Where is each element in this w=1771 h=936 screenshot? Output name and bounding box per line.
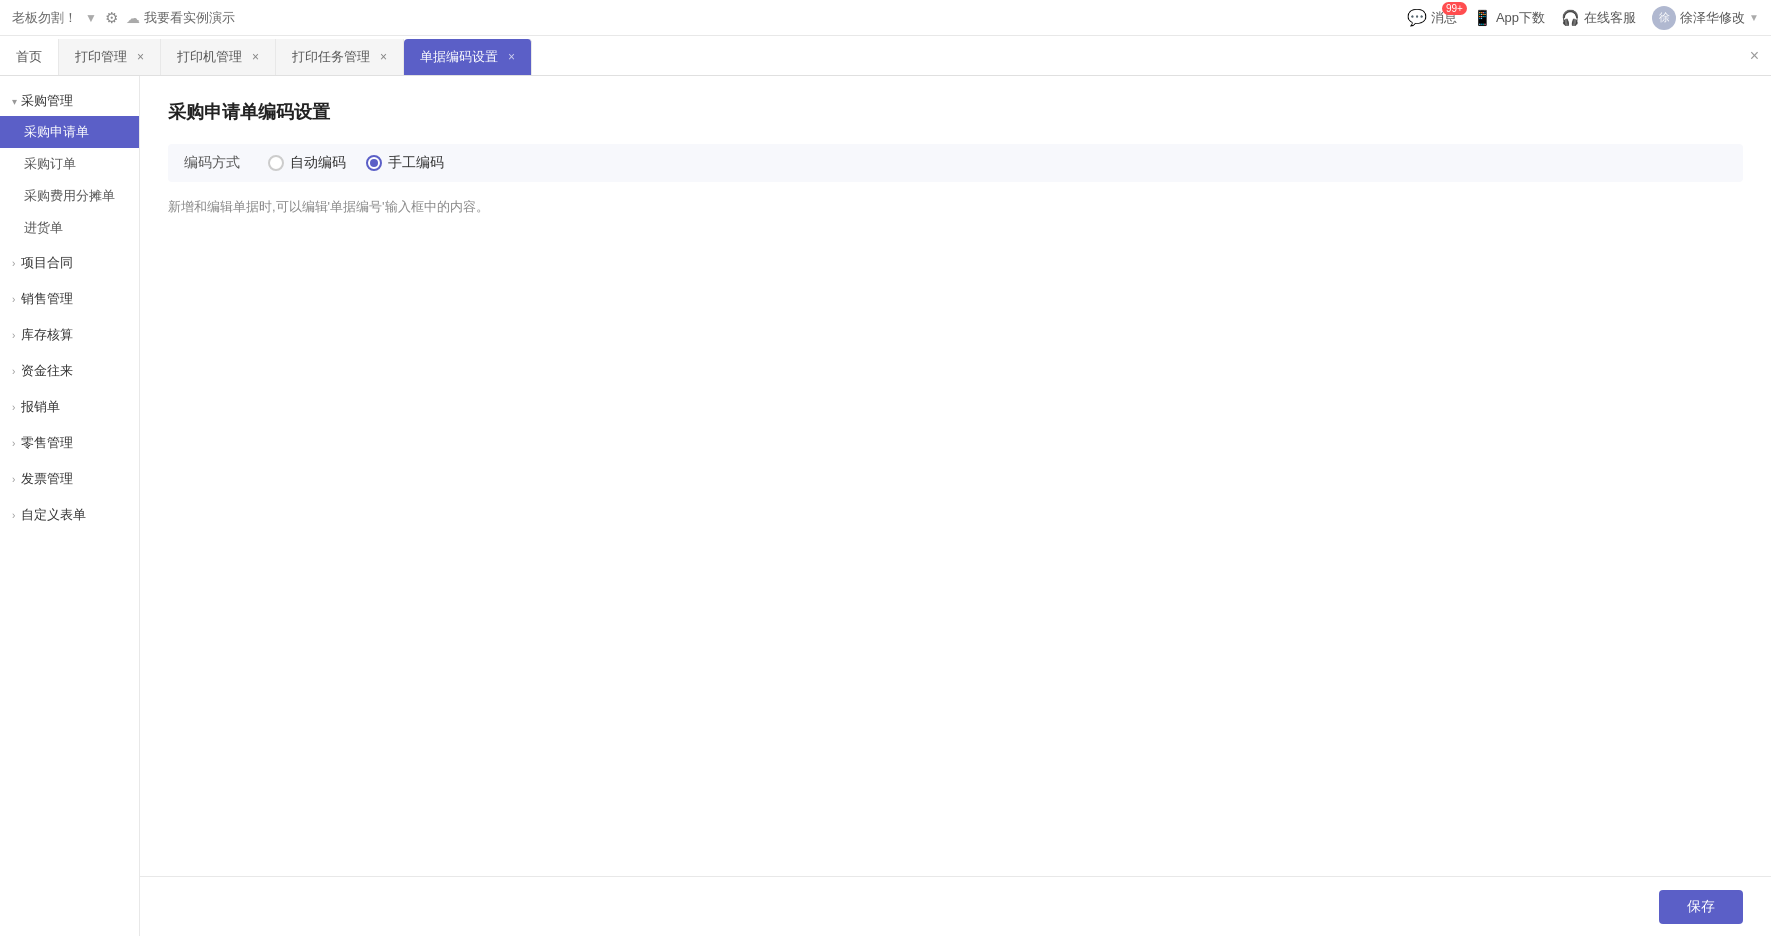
tab-print-task-mgmt[interactable]: 打印任务管理 × — [276, 39, 404, 75]
sidebar-group-finance: › 资金往来 — [0, 354, 139, 388]
sidebar-group-purchase: ▾ 采购管理 采购申请单 采购订单 采购费用分摊单 进货单 — [0, 84, 139, 244]
sidebar-item-purchase-order-label: 采购订单 — [24, 156, 76, 171]
sidebar-group-invoice-header[interactable]: › 发票管理 — [0, 462, 139, 496]
chevron-right-icon-expense: › — [12, 402, 15, 413]
sidebar-group-project-label: 项目合同 — [21, 254, 73, 272]
dropdown-icon[interactable]: ▼ — [85, 11, 97, 25]
user-chevron-icon: ▼ — [1749, 12, 1759, 23]
sidebar-item-purchase-request[interactable]: 采购申请单 — [0, 116, 139, 148]
sidebar-group-custom-form: › 自定义表单 — [0, 498, 139, 532]
sidebar-group-expense: › 报销单 — [0, 390, 139, 424]
sidebar-group-retail-header[interactable]: › 零售管理 — [0, 426, 139, 460]
radio-manual-label: 手工编码 — [388, 154, 444, 172]
gear-icon[interactable]: ⚙ — [105, 9, 118, 27]
tab-print-mgmt-close[interactable]: × — [137, 50, 144, 64]
encoding-row: 编码方式 自动编码 手工编码 — [168, 144, 1743, 182]
headset-icon: 🎧 — [1561, 9, 1580, 27]
radio-group-encoding: 自动编码 手工编码 — [268, 154, 444, 172]
sidebar-group-retail: › 零售管理 — [0, 426, 139, 460]
online-service-btn[interactable]: 🎧 在线客服 — [1561, 9, 1636, 27]
chevron-right-icon-custom: › — [12, 510, 15, 521]
page-title: 采购申请单编码设置 — [168, 100, 1743, 124]
sidebar-group-sales: › 销售管理 — [0, 282, 139, 316]
tab-print-mgmt[interactable]: 打印管理 × — [59, 39, 161, 75]
chevron-right-icon-finance: › — [12, 366, 15, 377]
avatar: 徐 — [1652, 6, 1676, 30]
encoding-label: 编码方式 — [184, 154, 244, 172]
tab-print-task-mgmt-close[interactable]: × — [380, 50, 387, 64]
tab-barcode-setting[interactable]: 单据编码设置 × — [404, 39, 532, 75]
app-download-btn[interactable]: 📱 App下数 — [1473, 9, 1545, 27]
radio-auto-circle — [268, 155, 284, 171]
tab-bar: 首页 打印管理 × 打印机管理 × 打印任务管理 × 单据编码设置 × × — [0, 36, 1771, 76]
sidebar-group-inventory-label: 库存核算 — [21, 326, 73, 344]
sidebar-group-purchase-header[interactable]: ▾ 采购管理 — [0, 84, 139, 116]
chevron-right-icon-invoice: › — [12, 474, 15, 485]
sidebar-group-finance-header[interactable]: › 资金往来 — [0, 354, 139, 388]
content-area: 采购申请单编码设置 编码方式 自动编码 手工编码 新增和编辑单据时,可以编辑'单… — [140, 76, 1771, 936]
sidebar-item-purchase-expense[interactable]: 采购费用分摊单 — [0, 180, 139, 212]
user-info[interactable]: 徐 徐泽华修改 ▼ — [1652, 6, 1759, 30]
hint-text: 新增和编辑单据时,可以编辑'单据编号'输入框中的内容。 — [168, 198, 1743, 216]
sidebar-item-purchase-order[interactable]: 采购订单 — [0, 148, 139, 180]
cloud-icon: ☁ — [126, 10, 140, 26]
tab-barcode-setting-label: 单据编码设置 — [420, 48, 498, 66]
sidebar-group-finance-label: 资金往来 — [21, 362, 73, 380]
sidebar-group-expense-label: 报销单 — [21, 398, 60, 416]
tab-printer-mgmt-label: 打印机管理 — [177, 48, 242, 66]
demo-link[interactable]: ☁ 我要看实例演示 — [126, 9, 235, 27]
tab-printer-mgmt-close[interactable]: × — [252, 50, 259, 64]
sidebar-item-purchase-receipt[interactable]: 进货单 — [0, 212, 139, 244]
sidebar: ▾ 采购管理 采购申请单 采购订单 采购费用分摊单 进货单 › 项目合同 — [0, 76, 140, 936]
top-bar-left: 老板勿割！ ▼ ⚙ ☁ 我要看实例演示 — [12, 9, 235, 27]
message-icon: 💬 — [1407, 8, 1427, 27]
chevron-down-icon: ▾ — [12, 96, 17, 107]
tab-home-label: 首页 — [16, 48, 42, 66]
sidebar-group-custom-form-header[interactable]: › 自定义表单 — [0, 498, 139, 532]
sidebar-group-inventory-header[interactable]: › 库存核算 — [0, 318, 139, 352]
sidebar-group-invoice-label: 发票管理 — [21, 470, 73, 488]
top-bar-right: 💬 消息 99+ 📱 App下数 🎧 在线客服 徐 徐泽华修改 ▼ — [1407, 6, 1759, 30]
sidebar-group-expense-header[interactable]: › 报销单 — [0, 390, 139, 424]
footer-bar: 保存 — [140, 876, 1771, 936]
top-bar: 老板勿割！ ▼ ⚙ ☁ 我要看实例演示 💬 消息 99+ 📱 App下数 🎧 在… — [0, 0, 1771, 36]
message-badge: 99+ — [1442, 2, 1467, 15]
sidebar-group-invoice: › 发票管理 — [0, 462, 139, 496]
message-btn[interactable]: 💬 消息 99+ — [1407, 8, 1457, 27]
tab-barcode-setting-close[interactable]: × — [508, 50, 515, 64]
chevron-right-icon-sales: › — [12, 294, 15, 305]
tab-print-mgmt-label: 打印管理 — [75, 48, 127, 66]
chevron-right-icon-project: › — [12, 258, 15, 269]
sidebar-group-sales-header[interactable]: › 销售管理 — [0, 282, 139, 316]
sidebar-item-purchase-request-label: 采购申请单 — [24, 124, 89, 139]
save-button[interactable]: 保存 — [1659, 890, 1743, 924]
tab-bar-close-btn[interactable]: × — [1738, 47, 1771, 65]
tab-home[interactable]: 首页 — [0, 39, 59, 75]
sidebar-group-retail-label: 零售管理 — [21, 434, 73, 452]
tab-printer-mgmt[interactable]: 打印机管理 × — [161, 39, 276, 75]
main-layout: ▾ 采购管理 采购申请单 采购订单 采购费用分摊单 进货单 › 项目合同 — [0, 76, 1771, 936]
sidebar-group-sales-label: 销售管理 — [21, 290, 73, 308]
radio-auto-label: 自动编码 — [290, 154, 346, 172]
chevron-right-icon-inventory: › — [12, 330, 15, 341]
radio-manual-circle — [366, 155, 382, 171]
radio-auto-code[interactable]: 自动编码 — [268, 154, 346, 172]
chevron-right-icon-retail: › — [12, 438, 15, 449]
sidebar-group-project: › 项目合同 — [0, 246, 139, 280]
top-left-text[interactable]: 老板勿割！ — [12, 9, 77, 27]
sidebar-item-purchase-receipt-label: 进货单 — [24, 220, 63, 235]
content-body: 采购申请单编码设置 编码方式 自动编码 手工编码 新增和编辑单据时,可以编辑'单… — [140, 76, 1771, 876]
sidebar-group-purchase-label: 采购管理 — [21, 92, 73, 110]
sidebar-group-inventory: › 库存核算 — [0, 318, 139, 352]
sidebar-group-custom-form-label: 自定义表单 — [21, 506, 86, 524]
sidebar-group-project-header[interactable]: › 项目合同 — [0, 246, 139, 280]
sidebar-item-purchase-expense-label: 采购费用分摊单 — [24, 188, 115, 203]
app-icon: 📱 — [1473, 9, 1492, 27]
radio-manual-code[interactable]: 手工编码 — [366, 154, 444, 172]
tab-print-task-mgmt-label: 打印任务管理 — [292, 48, 370, 66]
